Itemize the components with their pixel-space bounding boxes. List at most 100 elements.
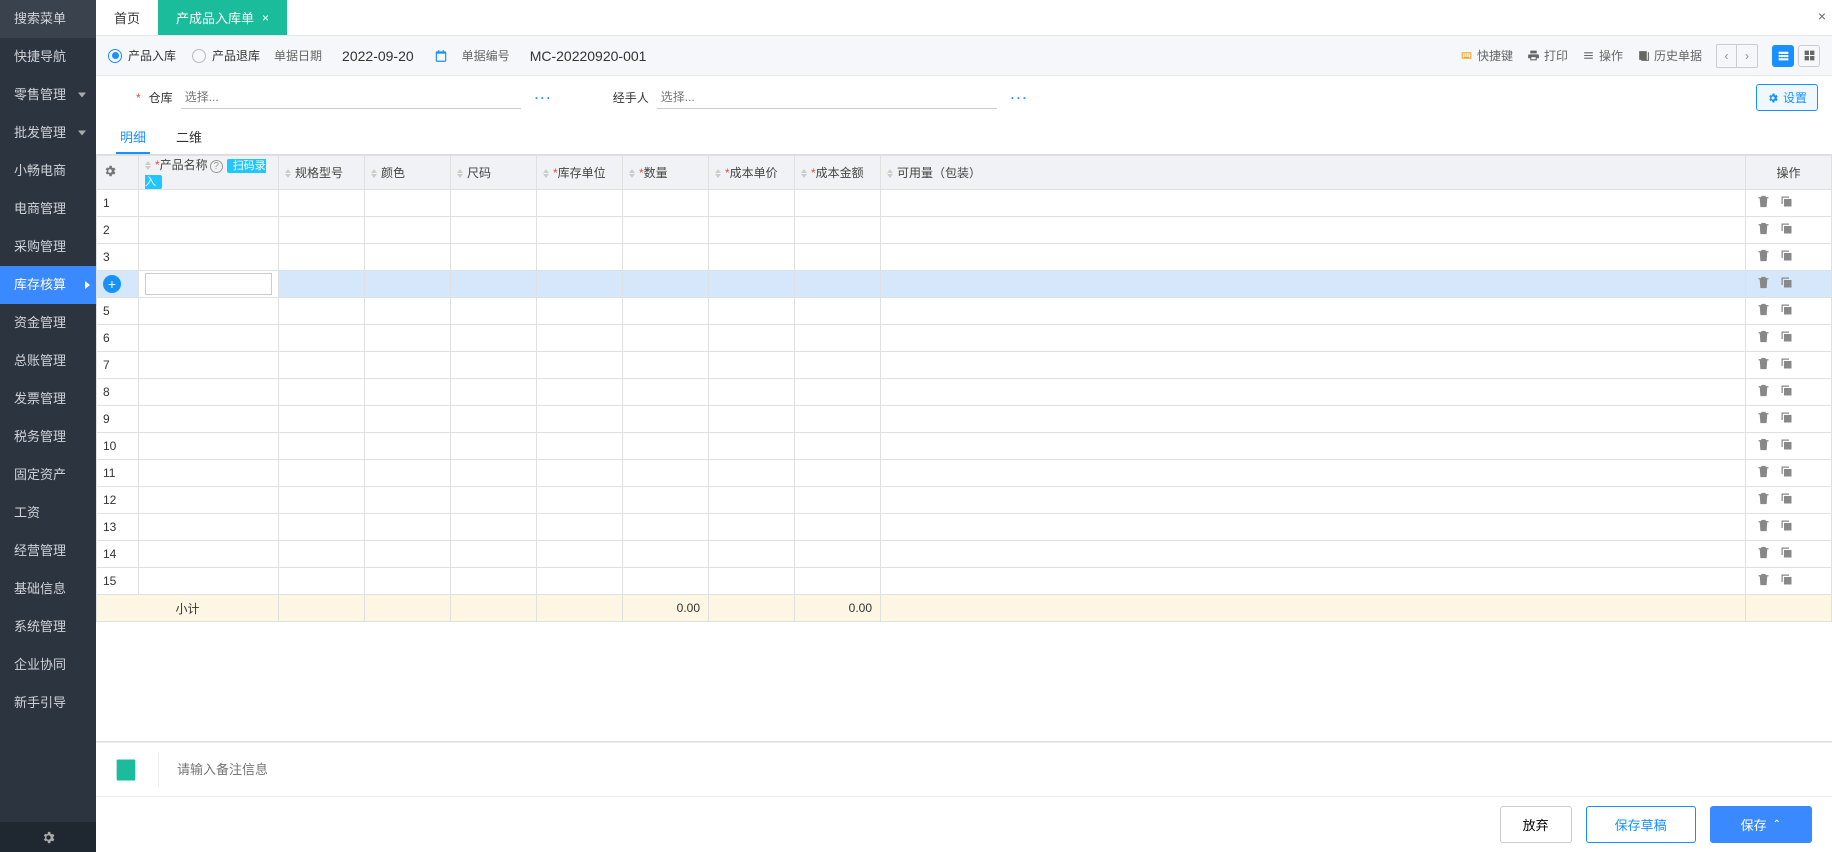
warehouse-input[interactable] bbox=[181, 86, 521, 109]
cell[interactable] bbox=[537, 541, 623, 568]
cell[interactable] bbox=[881, 433, 1746, 460]
copy-row-icon[interactable] bbox=[1779, 437, 1794, 452]
copy-row-icon[interactable] bbox=[1779, 194, 1794, 209]
cell-product-name[interactable] bbox=[139, 541, 279, 568]
tab-home[interactable]: 首页 bbox=[96, 0, 158, 35]
table-row[interactable]: 9 bbox=[97, 406, 1832, 433]
col-cost-price[interactable]: *成本单价 bbox=[709, 156, 795, 190]
settings-button[interactable]: 设置 bbox=[1756, 84, 1818, 111]
delete-row-icon[interactable] bbox=[1756, 410, 1771, 425]
cell[interactable] bbox=[537, 460, 623, 487]
cell[interactable] bbox=[537, 514, 623, 541]
col-stock-unit[interactable]: *库存单位 bbox=[537, 156, 623, 190]
sidebar-item[interactable]: 基础信息 bbox=[0, 570, 96, 608]
cell[interactable] bbox=[451, 352, 537, 379]
copy-row-icon[interactable] bbox=[1779, 275, 1794, 290]
cell[interactable] bbox=[795, 514, 881, 541]
cell[interactable] bbox=[795, 487, 881, 514]
sidebar-item[interactable]: 小畅电商 bbox=[0, 152, 96, 190]
cell-product-name[interactable] bbox=[139, 433, 279, 460]
handler-more-icon[interactable]: ··· bbox=[1011, 91, 1029, 105]
cell[interactable] bbox=[881, 271, 1746, 298]
cell[interactable] bbox=[709, 271, 795, 298]
cell[interactable] bbox=[365, 541, 451, 568]
doc-date-value[interactable]: 2022-09-20 bbox=[336, 46, 420, 66]
calendar-icon[interactable] bbox=[434, 49, 448, 63]
delete-row-icon[interactable] bbox=[1756, 248, 1771, 263]
shortcut-button[interactable]: 快捷键 bbox=[1460, 47, 1513, 64]
sidebar-item[interactable]: 总账管理 bbox=[0, 342, 96, 380]
cell[interactable] bbox=[795, 217, 881, 244]
cell[interactable] bbox=[795, 406, 881, 433]
delete-row-icon[interactable] bbox=[1756, 302, 1771, 317]
cell[interactable] bbox=[709, 190, 795, 217]
cell[interactable] bbox=[537, 298, 623, 325]
delete-row-icon[interactable] bbox=[1756, 194, 1771, 209]
table-row[interactable]: 11 bbox=[97, 460, 1832, 487]
table-row[interactable]: 3 bbox=[97, 244, 1832, 271]
cell[interactable] bbox=[451, 541, 537, 568]
cell[interactable] bbox=[623, 352, 709, 379]
table-row[interactable]: 6 bbox=[97, 325, 1832, 352]
cell[interactable] bbox=[881, 244, 1746, 271]
cell[interactable] bbox=[537, 244, 623, 271]
cell[interactable] bbox=[623, 487, 709, 514]
delete-row-icon[interactable] bbox=[1756, 572, 1771, 587]
table-row[interactable]: 13 bbox=[97, 514, 1832, 541]
cell[interactable] bbox=[279, 568, 365, 595]
cell-product-name[interactable] bbox=[139, 190, 279, 217]
product-name-input[interactable] bbox=[145, 273, 272, 295]
cell[interactable] bbox=[623, 298, 709, 325]
cell[interactable] bbox=[709, 352, 795, 379]
tabs-close-all-icon[interactable]: × bbox=[1818, 8, 1826, 24]
cell[interactable] bbox=[365, 433, 451, 460]
cell[interactable] bbox=[365, 514, 451, 541]
cell[interactable] bbox=[279, 460, 365, 487]
table-row[interactable]: 15 bbox=[97, 568, 1832, 595]
cell[interactable] bbox=[451, 298, 537, 325]
cell[interactable] bbox=[365, 460, 451, 487]
save-button[interactable]: 保存 ⌃ bbox=[1710, 806, 1812, 843]
cell-product-name[interactable] bbox=[139, 568, 279, 595]
cell[interactable] bbox=[623, 541, 709, 568]
cell[interactable] bbox=[279, 487, 365, 514]
cell[interactable] bbox=[709, 568, 795, 595]
sidebar-settings-button[interactable] bbox=[0, 822, 96, 852]
cell[interactable] bbox=[623, 325, 709, 352]
cell[interactable] bbox=[537, 352, 623, 379]
cell[interactable] bbox=[623, 406, 709, 433]
cell[interactable] bbox=[451, 271, 537, 298]
table-row[interactable]: 1 bbox=[97, 190, 1832, 217]
copy-row-icon[interactable] bbox=[1779, 329, 1794, 344]
cell[interactable] bbox=[365, 568, 451, 595]
cell[interactable] bbox=[709, 433, 795, 460]
col-product-name[interactable]: *产品名称?扫码录入 bbox=[139, 156, 279, 190]
save-draft-button[interactable]: 保存草稿 bbox=[1586, 806, 1696, 843]
sidebar-item[interactable]: 税务管理 bbox=[0, 418, 96, 456]
cell[interactable] bbox=[623, 433, 709, 460]
cell[interactable] bbox=[623, 460, 709, 487]
cell-product-name[interactable] bbox=[139, 514, 279, 541]
table-row[interactable]: 2 bbox=[97, 217, 1832, 244]
sidebar-item[interactable]: 固定资产 bbox=[0, 456, 96, 494]
cell[interactable] bbox=[795, 352, 881, 379]
cell-product-name[interactable] bbox=[139, 379, 279, 406]
operate-button[interactable]: 操作 bbox=[1582, 47, 1623, 64]
cell[interactable] bbox=[537, 406, 623, 433]
cell[interactable] bbox=[709, 325, 795, 352]
cell[interactable] bbox=[623, 379, 709, 406]
col-size[interactable]: 尺码 bbox=[451, 156, 537, 190]
cell[interactable] bbox=[537, 190, 623, 217]
cell[interactable] bbox=[709, 541, 795, 568]
history-button[interactable]: 历史单据 bbox=[1637, 47, 1702, 64]
cell[interactable] bbox=[709, 406, 795, 433]
discard-button[interactable]: 放弃 bbox=[1500, 806, 1572, 843]
cell[interactable] bbox=[451, 217, 537, 244]
col-spec[interactable]: 规格型号 bbox=[279, 156, 365, 190]
cell[interactable] bbox=[451, 244, 537, 271]
cell[interactable] bbox=[709, 460, 795, 487]
nav-prev-icon[interactable]: ‹ bbox=[1717, 45, 1737, 67]
cell[interactable] bbox=[365, 244, 451, 271]
cell[interactable] bbox=[537, 271, 623, 298]
add-row-icon[interactable]: + bbox=[103, 275, 121, 293]
